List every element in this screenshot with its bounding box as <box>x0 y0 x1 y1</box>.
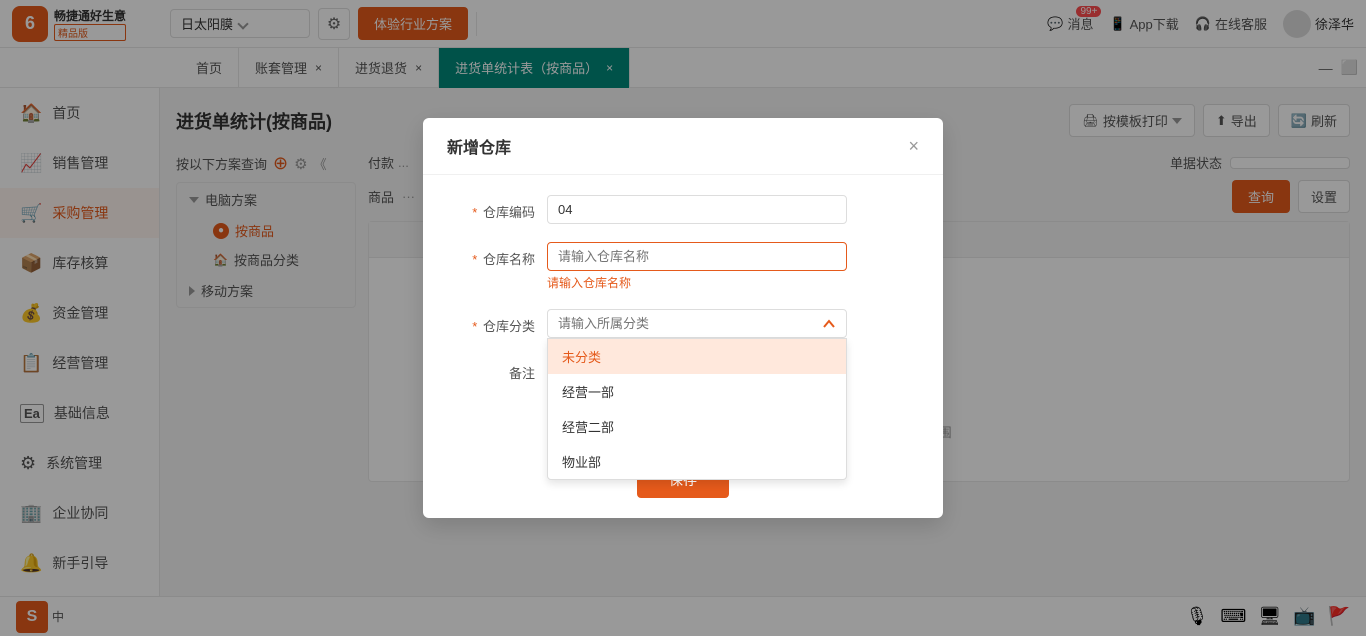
form-row-name: * 仓库名称 请输入仓库名称 <box>455 242 911 291</box>
warehouse-category-input[interactable] <box>547 309 847 338</box>
dropdown-item-3[interactable]: 物业部 <box>548 444 846 479</box>
name-field-wrapper: 请输入仓库名称 <box>547 242 847 291</box>
dropdown-item-0[interactable]: 未分类 <box>548 339 846 374</box>
dropdown-item-2[interactable]: 经营二部 <box>548 409 846 444</box>
name-label: * 仓库名称 <box>455 242 535 268</box>
category-dropdown: 未分类 经营一部 经营二部 物业部 <box>547 338 847 480</box>
category-form-label: * 仓库分类 <box>455 309 535 335</box>
modal-title: 新增仓库 <box>447 134 511 158</box>
chevron-up-icon <box>820 315 838 333</box>
modal-close-button[interactable]: × <box>908 137 919 155</box>
form-row-category: * 仓库分类 未分类 经营一部 经营二部 物业部 <box>455 309 911 338</box>
modal-body: * 仓库编码 * 仓库名称 请输入仓库名称 * <box>423 175 943 454</box>
modal-dialog: 新增仓库 × * 仓库编码 * 仓库名称 请输入仓库名称 <box>423 118 943 518</box>
warehouse-code-input[interactable] <box>547 195 847 224</box>
modal-overlay[interactable]: 新增仓库 × * 仓库编码 * 仓库名称 请输入仓库名称 <box>0 0 1366 636</box>
dropdown-toggle-button[interactable] <box>811 309 847 338</box>
dropdown-item-1[interactable]: 经营一部 <box>548 374 846 409</box>
form-row-code: * 仓库编码 <box>455 195 911 224</box>
code-label: * 仓库编码 <box>455 195 535 221</box>
modal-header: 新增仓库 × <box>423 118 943 175</box>
warehouse-name-input[interactable] <box>547 242 847 271</box>
name-error-message: 请输入仓库名称 <box>547 274 847 291</box>
remark-label: 备注 <box>455 356 535 382</box>
category-field-wrapper: 未分类 经营一部 经营二部 物业部 <box>547 309 847 338</box>
